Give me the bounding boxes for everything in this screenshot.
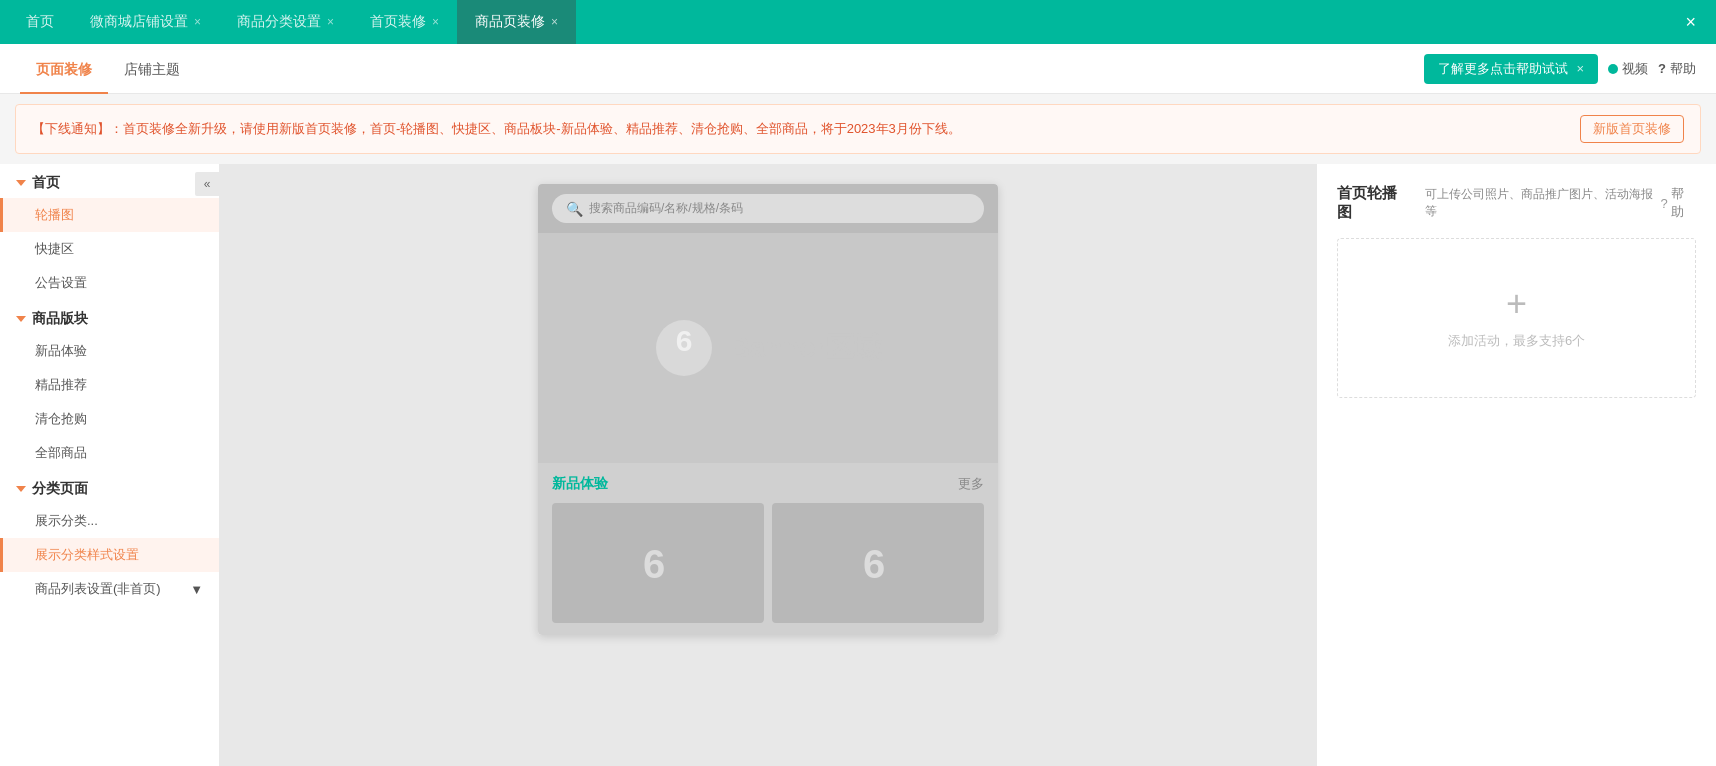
help-button[interactable]: ? 帮助 (1658, 60, 1696, 78)
main-area: « 首页 轮播图 快捷区 公告设置 商品版块 新品体验 精品推荐 清仓抢购 (0, 164, 1716, 766)
sidebar-item-all-products[interactable]: 全部商品 (0, 436, 219, 470)
chevron-down-icon: ▼ (190, 582, 203, 597)
banner-logo: 6 Banner区域 (654, 318, 882, 378)
sidebar-section-home[interactable]: 首页 (0, 164, 219, 198)
sidebar-item-clearance[interactable]: 清仓抢购 (0, 402, 219, 436)
sub-tab-store-theme[interactable]: 店铺主题 (108, 44, 196, 94)
panel-help-button[interactable]: ? 帮助 (1660, 185, 1696, 221)
banner-area: 6 Banner区域 (538, 233, 998, 463)
sidebar-section-products[interactable]: 商品版块 (0, 300, 219, 334)
sidebar-section-category[interactable]: 分类页面 (0, 470, 219, 504)
right-panel: 首页轮播图 可上传公司照片、商品推广图片、活动海报等 ? 帮助 + 添加活动，最… (1316, 164, 1716, 766)
notice-bar: 【下线通知】：首页装修全新升级，请使用新版首页装修，首页-轮播图、快捷区、商品板… (15, 104, 1701, 154)
notice-text: 【下线通知】：首页装修全新升级，请使用新版首页装修，首页-轮播图、快捷区、商品板… (32, 120, 961, 138)
phone-frame: 🔍 搜索商品编码/名称/规格/条码 6 Banner区域 (538, 184, 998, 635)
product-grid: 6 6 (552, 503, 984, 623)
video-dot-icon (1608, 64, 1618, 74)
brand-icon: 6 (654, 318, 714, 378)
section-more: 更多 (958, 475, 984, 493)
sub-header: 页面装修 店铺主题 了解更多点击帮助试试 × 视频 ? 帮助 (0, 44, 1716, 94)
svg-text:6: 6 (643, 542, 665, 586)
tab-store-settings[interactable]: 微商城店铺设置 × (72, 0, 219, 44)
section-title: 新品体验 (552, 475, 608, 493)
sub-tab-page-decor[interactable]: 页面装修 (20, 44, 108, 94)
collapse-triangle-home (16, 180, 26, 186)
search-placeholder: 搜索商品编码/名称/规格/条码 (589, 200, 743, 217)
panel-title-row: 首页轮播图 可上传公司照片、商品推广图片、活动海报等 ? 帮助 (1337, 184, 1696, 222)
tab-product-decor[interactable]: 商品页装修 × (457, 0, 576, 44)
sidebar-item-show-cat[interactable]: 展示分类... (0, 504, 219, 538)
search-input-preview[interactable]: 🔍 搜索商品编码/名称/规格/条码 (552, 194, 984, 223)
svg-text:6: 6 (863, 542, 885, 586)
collapse-triangle-products (16, 316, 26, 322)
sidebar-collapse-button[interactable]: « (195, 172, 219, 196)
new-version-button[interactable]: 新版首页装修 (1580, 115, 1684, 143)
question-icon: ? (1658, 61, 1666, 76)
panel-title: 首页轮播图 (1337, 184, 1411, 222)
help-circle-icon: ? (1660, 196, 1667, 211)
panel-subtitle: 可上传公司照片、商品推广图片、活动海报等 (1425, 186, 1661, 220)
help-tip-text: 了解更多点击帮助试试 (1438, 60, 1568, 78)
product-section: 新品体验 更多 6 6 (538, 463, 998, 635)
sidebar: « 首页 轮播图 快捷区 公告设置 商品版块 新品体验 精品推荐 清仓抢购 (0, 164, 220, 766)
phone-search-bar: 🔍 搜索商品编码/名称/规格/条码 (538, 184, 998, 233)
product-thumb-1: 6 (552, 503, 764, 623)
product-section-header: 新品体验 更多 (552, 475, 984, 493)
tab-home[interactable]: 首页 (8, 0, 72, 44)
sidebar-item-cat-style[interactable]: 展示分类样式设置 (0, 538, 219, 572)
sidebar-item-featured[interactable]: 精品推荐 (0, 368, 219, 402)
help-banner: 了解更多点击帮助试试 × 视频 ? 帮助 (1424, 54, 1696, 84)
tab-product-decor-close[interactable]: × (551, 15, 558, 29)
collapse-triangle-category (16, 486, 26, 492)
plus-icon: + (1506, 286, 1527, 322)
sidebar-item-shortcut[interactable]: 快捷区 (0, 232, 219, 266)
tab-home-decor-close[interactable]: × (432, 15, 439, 29)
add-banner-area[interactable]: + 添加活动，最多支持6个 (1337, 238, 1696, 398)
search-icon: 🔍 (566, 201, 583, 217)
preview-area: 🔍 搜索商品编码/名称/规格/条码 6 Banner区域 (220, 164, 1316, 766)
video-button[interactable]: 视频 (1608, 60, 1648, 78)
tab-category-settings[interactable]: 商品分类设置 × (219, 0, 352, 44)
banner-text: Banner区域 (730, 329, 882, 367)
tab-home-decor[interactable]: 首页装修 × (352, 0, 457, 44)
svg-text:6: 6 (675, 324, 692, 357)
sidebar-item-product-list[interactable]: 商品列表设置(非首页) ▼ (0, 572, 219, 606)
sidebar-item-notice[interactable]: 公告设置 (0, 266, 219, 300)
product-thumb-2: 6 (772, 503, 984, 623)
help-tip-banner[interactable]: 了解更多点击帮助试试 × (1424, 54, 1598, 84)
sidebar-item-new-exp[interactable]: 新品体验 (0, 334, 219, 368)
tab-store-settings-close[interactable]: × (194, 15, 201, 29)
sidebar-item-banner[interactable]: 轮播图 (0, 198, 219, 232)
tab-category-settings-close[interactable]: × (327, 15, 334, 29)
tab-bar: 首页 微商城店铺设置 × 商品分类设置 × 首页装修 × 商品页装修 × × (0, 0, 1716, 44)
tab-bar-close-all[interactable]: × (1673, 12, 1708, 33)
help-tip-close[interactable]: × (1576, 61, 1584, 76)
add-banner-label: 添加活动，最多支持6个 (1448, 332, 1585, 350)
